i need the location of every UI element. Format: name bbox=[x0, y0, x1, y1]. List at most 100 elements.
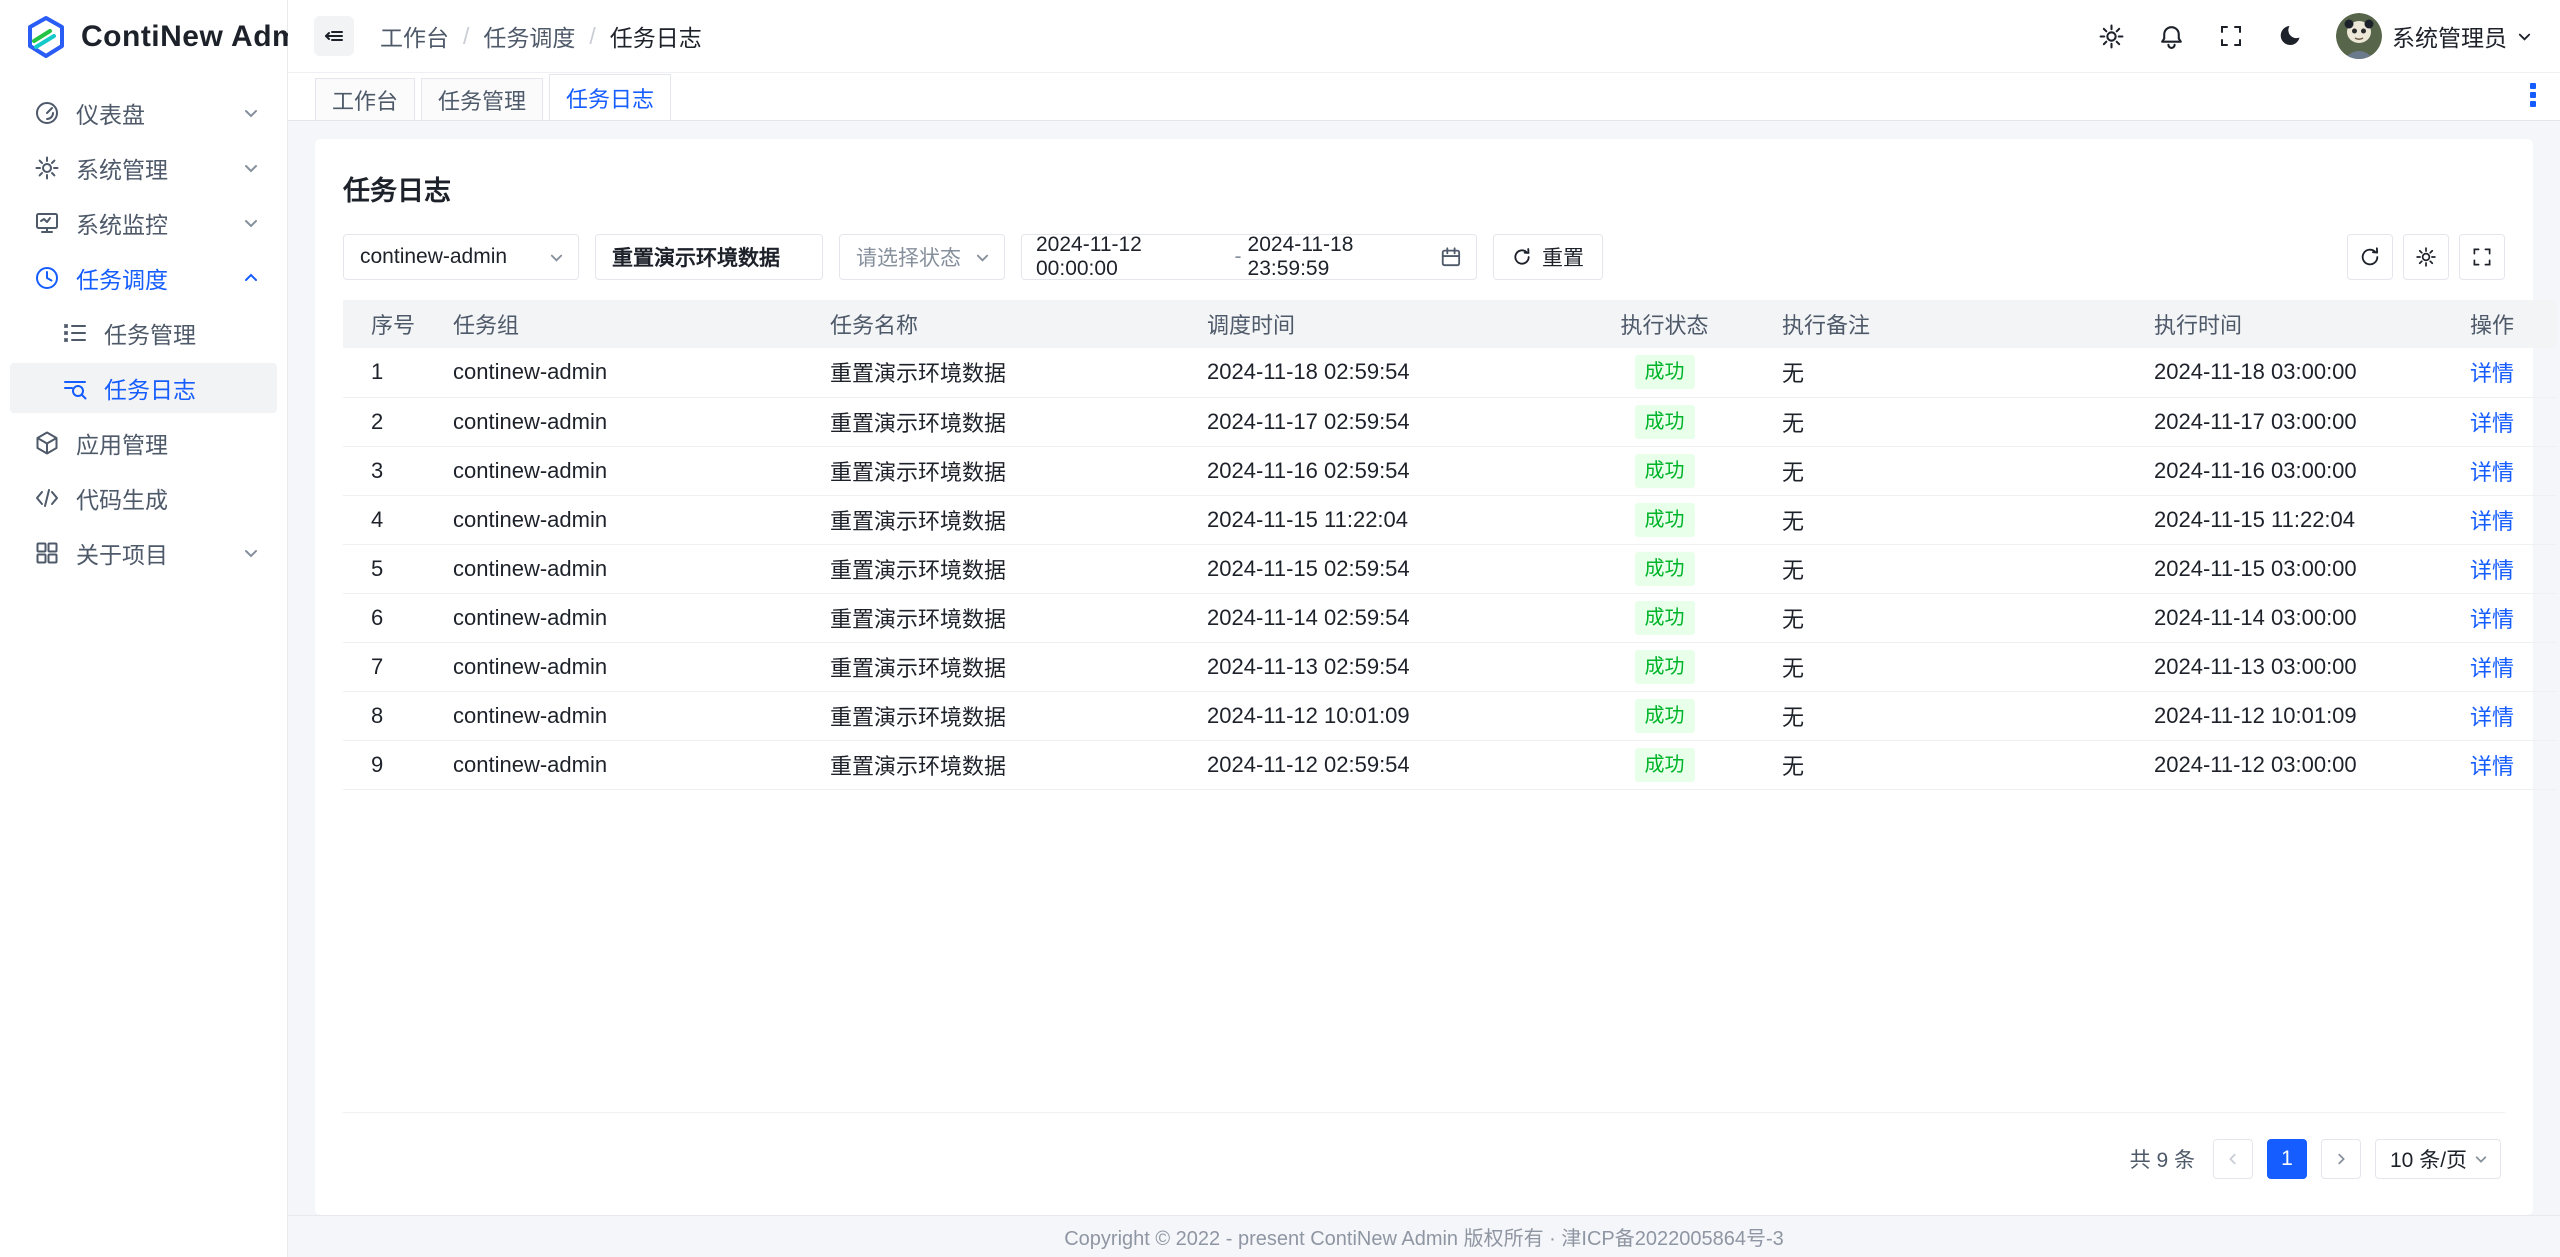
detail-link[interactable]: 详情 bbox=[2470, 558, 2514, 583]
tab-label: 工作台 bbox=[332, 84, 398, 116]
breadcrumb-task-scheduling[interactable]: 任务调度 bbox=[483, 19, 575, 53]
task-name-input[interactable] bbox=[595, 234, 823, 280]
cell-action: 详情 bbox=[2427, 397, 2557, 446]
chevron-down-icon bbox=[243, 215, 259, 231]
task-log-card: 任务日志 continew-admin 请选择状态 2024-11-12 00:… bbox=[315, 139, 2533, 1215]
cell-group: continew-admin bbox=[443, 397, 820, 446]
fullscreen-icon[interactable] bbox=[2216, 21, 2246, 51]
cell-remark: 无 bbox=[1772, 642, 2144, 691]
cell-no: 7 bbox=[343, 642, 443, 691]
notification-bell-icon[interactable] bbox=[2156, 21, 2186, 51]
table-row: 3 continew-admin 重置演示环境数据 2024-11-16 02:… bbox=[343, 446, 2557, 495]
chevron-down-icon bbox=[2517, 29, 2532, 44]
user-menu[interactable]: 系统管理员 bbox=[2336, 13, 2532, 59]
prev-page-button[interactable] bbox=[2213, 1139, 2253, 1179]
detail-link[interactable]: 详情 bbox=[2470, 460, 2514, 485]
cell-no: 1 bbox=[343, 348, 443, 397]
status-select[interactable]: 请选择状态 bbox=[839, 234, 1005, 280]
cell-group: continew-admin bbox=[443, 593, 820, 642]
cell-exec-time: 2024-11-14 03:00:00 bbox=[2144, 593, 2427, 642]
sidebar-item-label: 系统管理 bbox=[76, 151, 168, 185]
breadcrumb-workbench[interactable]: 工作台 bbox=[380, 19, 449, 53]
chevron-down-icon bbox=[2474, 1152, 2488, 1166]
settings-icon[interactable] bbox=[2096, 21, 2126, 51]
cell-exec-time: 2024-11-17 03:00:00 bbox=[2144, 397, 2427, 446]
monitor-icon bbox=[34, 210, 60, 236]
cell-group: continew-admin bbox=[443, 691, 820, 740]
status-badge: 成功 bbox=[1635, 650, 1695, 684]
cell-action: 详情 bbox=[2427, 642, 2557, 691]
sidebar-item-dashboard[interactable]: 仪表盘 bbox=[10, 88, 277, 138]
cell-schedule-time: 2024-11-15 11:22:04 bbox=[1197, 495, 1557, 544]
cell-remark: 无 bbox=[1772, 348, 2144, 397]
cell-name: 重置演示环境数据 bbox=[820, 348, 1197, 397]
cell-status: 成功 bbox=[1557, 593, 1772, 642]
next-page-button[interactable] bbox=[2321, 1139, 2361, 1179]
detail-link[interactable]: 详情 bbox=[2470, 754, 2514, 779]
copyright-text: Copyright © 2022 - present ContiNew Admi… bbox=[1064, 1222, 1784, 1251]
cell-no: 3 bbox=[343, 446, 443, 495]
reset-button[interactable]: 重置 bbox=[1493, 234, 1603, 280]
calendar-icon bbox=[1440, 246, 1462, 268]
table-row: 8 continew-admin 重置演示环境数据 2024-11-12 10:… bbox=[343, 691, 2557, 740]
page-size-value: 10 条/页 bbox=[2390, 1144, 2467, 1174]
collapse-sidebar-button[interactable] bbox=[314, 16, 354, 56]
detail-link[interactable]: 详情 bbox=[2470, 705, 2514, 730]
detail-link[interactable]: 详情 bbox=[2470, 656, 2514, 681]
cell-status: 成功 bbox=[1557, 397, 1772, 446]
cell-schedule-time: 2024-11-15 02:59:54 bbox=[1197, 544, 1557, 593]
cell-status: 成功 bbox=[1557, 495, 1772, 544]
sidebar-item-task-log[interactable]: 任务日志 bbox=[10, 363, 277, 413]
tab-task-log[interactable]: 任务日志 bbox=[549, 74, 671, 120]
status-badge: 成功 bbox=[1635, 355, 1695, 389]
sidebar-item-about-project[interactable]: 关于项目 bbox=[10, 528, 277, 578]
cell-group: continew-admin bbox=[443, 544, 820, 593]
cell-no: 8 bbox=[343, 691, 443, 740]
dark-mode-moon-icon[interactable] bbox=[2276, 21, 2306, 51]
main-area: 工作台 / 任务调度 / 任务日志 bbox=[288, 0, 2560, 1257]
tab-workbench[interactable]: 工作台 bbox=[315, 78, 415, 120]
sidebar-item-task-management[interactable]: 任务管理 bbox=[10, 308, 277, 358]
page-number-button[interactable]: 1 bbox=[2267, 1139, 2307, 1179]
cell-no: 2 bbox=[343, 397, 443, 446]
column-settings-button[interactable] bbox=[2403, 234, 2449, 280]
fullscreen-table-button[interactable] bbox=[2459, 234, 2505, 280]
refresh-table-button[interactable] bbox=[2347, 234, 2393, 280]
cell-remark: 无 bbox=[1772, 691, 2144, 740]
page-size-select[interactable]: 10 条/页 bbox=[2375, 1139, 2501, 1179]
detail-link[interactable]: 详情 bbox=[2470, 509, 2514, 534]
sidebar-item-app-management[interactable]: 应用管理 bbox=[10, 418, 277, 468]
date-range-end: 2024-11-18 23:59:59 bbox=[1248, 233, 1441, 281]
top-bar: 工作台 / 任务调度 / 任务日志 bbox=[288, 0, 2560, 73]
sidebar-item-system-management[interactable]: 系统管理 bbox=[10, 143, 277, 193]
sidebar-item-label: 代码生成 bbox=[76, 481, 168, 515]
detail-link[interactable]: 详情 bbox=[2470, 607, 2514, 632]
cell-name: 重置演示环境数据 bbox=[820, 495, 1197, 544]
tab-task-management[interactable]: 任务管理 bbox=[421, 78, 543, 120]
task-group-select[interactable]: continew-admin bbox=[343, 234, 579, 280]
page-content: 任务日志 continew-admin 请选择状态 2024-11-12 00:… bbox=[288, 121, 2560, 1215]
cell-no: 6 bbox=[343, 593, 443, 642]
table-row: 9 continew-admin 重置演示环境数据 2024-11-12 02:… bbox=[343, 740, 2557, 789]
breadcrumb-task-log: 任务日志 bbox=[610, 19, 702, 53]
task-list-icon bbox=[62, 320, 88, 346]
detail-link[interactable]: 详情 bbox=[2470, 411, 2514, 436]
sidebar-item-code-generation[interactable]: 代码生成 bbox=[10, 473, 277, 523]
date-range-picker[interactable]: 2024-11-12 00:00:00 - 2024-11-18 23:59:5… bbox=[1021, 234, 1477, 280]
status-badge: 成功 bbox=[1635, 552, 1695, 586]
detail-link[interactable]: 详情 bbox=[2470, 361, 2514, 386]
table-row: 2 continew-admin 重置演示环境数据 2024-11-17 02:… bbox=[343, 397, 2557, 446]
cell-exec-time: 2024-11-18 03:00:00 bbox=[2144, 348, 2427, 397]
topbar-actions: 系统管理员 bbox=[2096, 13, 2532, 59]
sidebar-item-system-monitor[interactable]: 系统监控 bbox=[10, 198, 277, 248]
column-header-schedule-time: 调度时间 bbox=[1197, 300, 1557, 348]
tab-more-menu-icon[interactable] bbox=[2520, 80, 2546, 110]
pagination: 共 9 条 1 10 条/页 bbox=[343, 1113, 2505, 1191]
cell-no: 4 bbox=[343, 495, 443, 544]
sidebar-item-task-scheduling[interactable]: 任务调度 bbox=[10, 253, 277, 303]
status-badge: 成功 bbox=[1635, 503, 1695, 537]
cell-schedule-time: 2024-11-12 02:59:54 bbox=[1197, 740, 1557, 789]
logo[interactable]: ContiNew Admin bbox=[0, 0, 287, 73]
status-badge: 成功 bbox=[1635, 748, 1695, 782]
dashboard-icon bbox=[34, 100, 60, 126]
